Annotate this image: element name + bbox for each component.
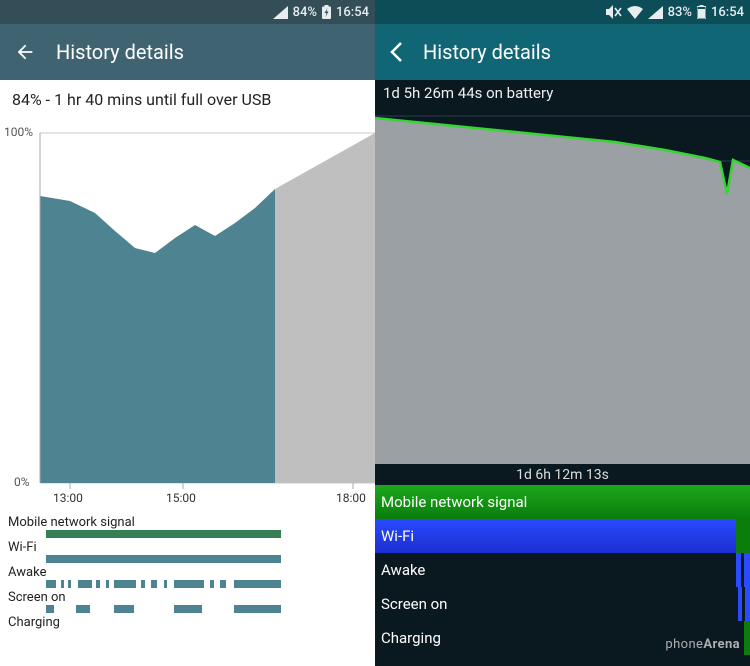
back-icon[interactable]: [389, 41, 403, 63]
battery-percent: 84%: [293, 5, 317, 20]
battery-icon: [697, 5, 706, 19]
action-bar: History details: [375, 24, 750, 80]
status-bar: 83% 16:54: [375, 0, 750, 24]
row-awake[interactable]: Awake: [375, 553, 750, 587]
battery-percent: 83%: [668, 5, 692, 20]
battery-chart[interactable]: [375, 106, 750, 464]
usage-bars: Mobile network signal Wi-Fi Awake Screen…: [0, 513, 375, 630]
battery-summary: 84% - 1 hr 40 mins until full over USB: [0, 80, 375, 113]
row-mobile-signal[interactable]: Mobile network signal: [375, 485, 750, 519]
row-awake[interactable]: Awake: [6, 565, 375, 588]
watermark: phoneArena: [665, 637, 740, 652]
clock: 16:54: [711, 5, 744, 20]
battery-charging-icon: [322, 5, 331, 19]
phone-left: 84% 16:54 History details 84% - 1 hr 40 …: [0, 0, 375, 666]
clock: 16:54: [336, 5, 369, 20]
action-bar: History details: [0, 24, 375, 80]
phone-right: 83% 16:54 History details 1d 5h 26m 44s …: [375, 0, 750, 666]
time-axis: 13:00 15:00 18:00: [0, 491, 375, 513]
signal-icon: [273, 6, 288, 19]
x-tick: 18:00: [336, 491, 366, 505]
signal-icon: [648, 6, 663, 19]
mute-icon: [606, 5, 622, 19]
row-screen-on[interactable]: Screen on: [6, 590, 375, 613]
row-charging[interactable]: Charging: [6, 615, 375, 630]
row-wifi[interactable]: Wi-Fi: [375, 519, 750, 553]
row-mobile-signal[interactable]: Mobile network signal: [6, 515, 375, 538]
battery-summary: 1d 5h 26m 44s on battery: [375, 80, 750, 106]
elapsed-total: 1d 6h 12m 13s: [375, 464, 750, 485]
x-tick: 13:00: [53, 491, 83, 505]
page-title: History details: [56, 40, 361, 64]
wifi-icon: [627, 6, 643, 19]
row-screen-on[interactable]: Screen on: [375, 587, 750, 621]
usage-bars: Mobile network signal Wi-Fi Awake Screen…: [375, 485, 750, 655]
y-tick-top: 100%: [4, 125, 33, 139]
status-bar: 84% 16:54: [0, 0, 375, 24]
y-tick-bottom: 0%: [14, 475, 30, 489]
back-icon[interactable]: [14, 41, 36, 63]
row-wifi[interactable]: Wi-Fi: [6, 540, 375, 563]
x-tick: 15:00: [166, 491, 196, 505]
battery-chart[interactable]: 100% 0% 13:00 15:00 18:00: [0, 113, 375, 513]
page-title: History details: [423, 40, 736, 64]
